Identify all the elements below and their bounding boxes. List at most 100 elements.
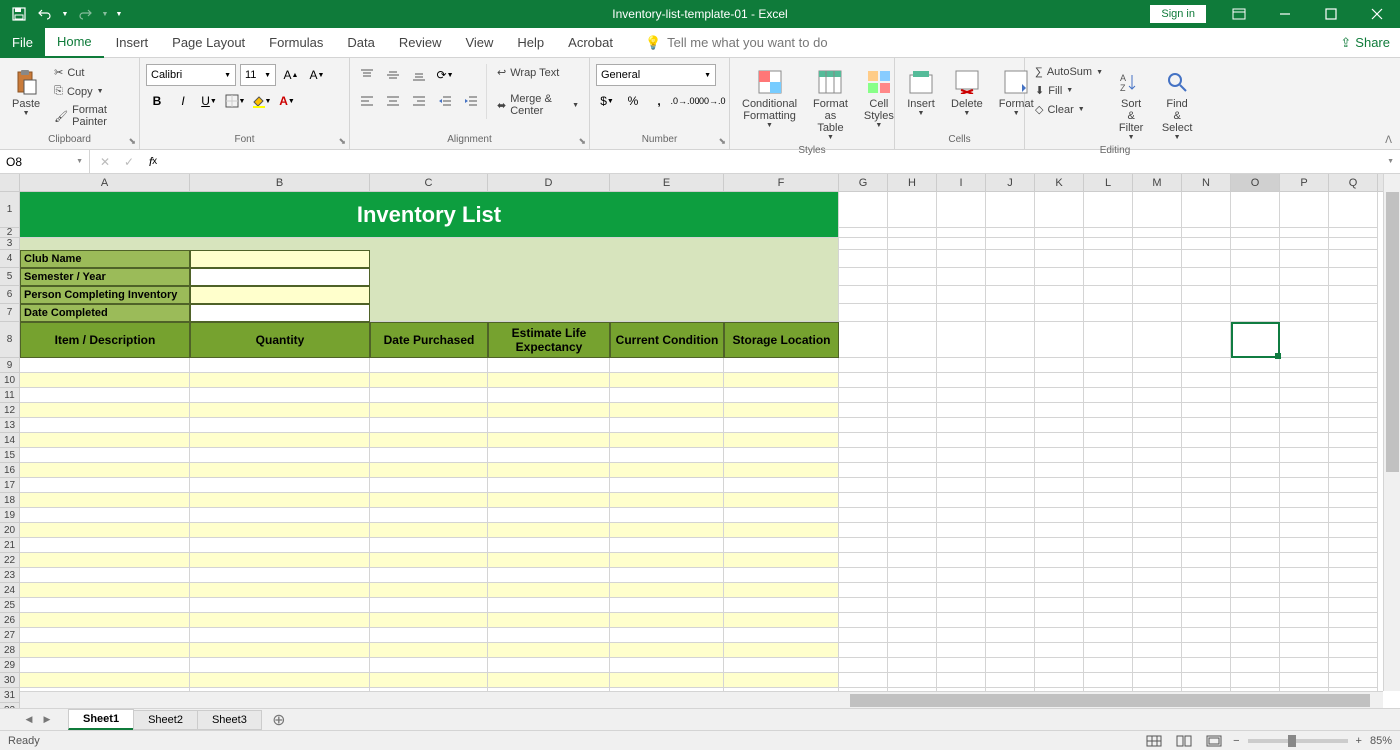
data-cell-r10-c5[interactable]	[724, 373, 839, 388]
ribbon-display-icon[interactable]	[1216, 0, 1262, 28]
cell-r8-cM[interactable]	[1133, 322, 1182, 358]
tab-data[interactable]: Data	[335, 28, 386, 58]
data-cell-r19-c0[interactable]	[20, 508, 190, 523]
data-cell-r24-c4[interactable]	[610, 583, 724, 598]
label-club-name[interactable]: Club Name	[20, 250, 190, 268]
cell-r22-cG[interactable]	[839, 553, 888, 568]
col-header-M[interactable]: M	[1133, 174, 1182, 191]
cell-r25-cL[interactable]	[1084, 598, 1133, 613]
cell-r12-cH[interactable]	[888, 403, 937, 418]
cell-r26-cO[interactable]	[1231, 613, 1280, 628]
cell-r2-cN[interactable]	[1182, 228, 1231, 238]
qat-customize-icon[interactable]: ▼	[114, 3, 124, 25]
tab-help[interactable]: Help	[505, 28, 556, 58]
undo-dropdown-icon[interactable]: ▼	[60, 3, 70, 25]
data-cell-r13-c3[interactable]	[488, 418, 610, 433]
data-cell-r25-c5[interactable]	[724, 598, 839, 613]
cell-r22-cJ[interactable]	[986, 553, 1035, 568]
row-header-6[interactable]: 6	[0, 286, 19, 304]
cell-r7-cH[interactable]	[888, 304, 937, 322]
cell-r7-cG[interactable]	[839, 304, 888, 322]
data-cell-r24-c1[interactable]	[190, 583, 370, 598]
cell-r28-cQ[interactable]	[1329, 643, 1378, 658]
cell-r14-cL[interactable]	[1084, 433, 1133, 448]
data-cell-r30-c4[interactable]	[610, 673, 724, 688]
cell-r1-cH[interactable]	[888, 192, 937, 228]
cancel-formula-icon[interactable]: ✕	[94, 151, 116, 173]
tab-review[interactable]: Review	[387, 28, 454, 58]
cell-r25-cO[interactable]	[1231, 598, 1280, 613]
data-cell-r16-c1[interactable]	[190, 463, 370, 478]
cell-r9-cI[interactable]	[937, 358, 986, 373]
data-cell-r28-c2[interactable]	[370, 643, 488, 658]
cell-r9-cH[interactable]	[888, 358, 937, 373]
th-item[interactable]: Item / Description	[20, 322, 190, 358]
cell-r12-cK[interactable]	[1035, 403, 1084, 418]
zoom-level[interactable]: 85%	[1370, 735, 1392, 747]
tab-home[interactable]: Home	[45, 28, 104, 58]
cell-r11-cI[interactable]	[937, 388, 986, 403]
data-cell-r30-c2[interactable]	[370, 673, 488, 688]
data-cell-r16-c2[interactable]	[370, 463, 488, 478]
add-sheet-button[interactable]: ⊕	[267, 711, 291, 729]
cell-r3-cG[interactable]	[839, 238, 888, 250]
data-cell-r27-c2[interactable]	[370, 628, 488, 643]
cell-r10-cQ[interactable]	[1329, 373, 1378, 388]
cell-r21-cM[interactable]	[1133, 538, 1182, 553]
cell-r29-cM[interactable]	[1133, 658, 1182, 673]
clipboard-dialog-launcher-icon[interactable]: ⬊	[128, 136, 136, 147]
tab-file[interactable]: File	[0, 28, 45, 58]
data-cell-r14-c4[interactable]	[610, 433, 724, 448]
tab-page-layout[interactable]: Page Layout	[160, 28, 257, 58]
cell-r7-cJ[interactable]	[986, 304, 1035, 322]
data-cell-r15-c1[interactable]	[190, 448, 370, 463]
cell-r17-cH[interactable]	[888, 478, 937, 493]
cell-r28-cL[interactable]	[1084, 643, 1133, 658]
th-condition[interactable]: Current Condition	[610, 322, 724, 358]
cell-r21-cP[interactable]	[1280, 538, 1329, 553]
col-header-O[interactable]: O	[1231, 174, 1280, 191]
cell-r24-cP[interactable]	[1280, 583, 1329, 598]
cell-r9-cM[interactable]	[1133, 358, 1182, 373]
cell-r2-cO[interactable]	[1231, 228, 1280, 238]
cell-r26-cP[interactable]	[1280, 613, 1329, 628]
cell-r14-cP[interactable]	[1280, 433, 1329, 448]
cell-r8-cG[interactable]	[839, 322, 888, 358]
cell-r9-cO[interactable]	[1231, 358, 1280, 373]
zoom-slider[interactable]	[1248, 739, 1348, 743]
alignment-dialog-launcher-icon[interactable]: ⬊	[578, 136, 586, 147]
cell-r12-cL[interactable]	[1084, 403, 1133, 418]
vertical-scrollbar[interactable]	[1383, 174, 1400, 691]
cut-button[interactable]: ✂Cut	[50, 64, 133, 81]
cell-r6-cN[interactable]	[1182, 286, 1231, 304]
row-header-18[interactable]: 18	[0, 493, 19, 508]
data-cell-r24-c2[interactable]	[370, 583, 488, 598]
data-cell-r18-c1[interactable]	[190, 493, 370, 508]
data-cell-r24-c3[interactable]	[488, 583, 610, 598]
data-cell-r22-c3[interactable]	[488, 553, 610, 568]
increase-font-icon[interactable]: A▲	[280, 64, 302, 86]
cell-r24-cG[interactable]	[839, 583, 888, 598]
copy-button[interactable]: ⎘Copy▼	[50, 83, 133, 100]
cell-r14-cG[interactable]	[839, 433, 888, 448]
data-cell-r29-c3[interactable]	[488, 658, 610, 673]
number-format-combo[interactable]: General▼	[596, 64, 716, 86]
find-select-button[interactable]: Find & Select▼	[1155, 64, 1199, 145]
cell-r23-cN[interactable]	[1182, 568, 1231, 583]
spreadsheet-grid[interactable]: ABCDEFGHIJKLMNOPQ 1234567891011121314151…	[0, 174, 1400, 708]
tab-formulas[interactable]: Formulas	[257, 28, 335, 58]
accounting-format-icon[interactable]: $▼	[596, 90, 618, 112]
cell-r8-cO[interactable]	[1231, 322, 1280, 358]
cell-r3-cP[interactable]	[1280, 238, 1329, 250]
cell-r17-cG[interactable]	[839, 478, 888, 493]
orientation-icon[interactable]: ⟳▼	[434, 64, 456, 86]
cell-r25-cK[interactable]	[1035, 598, 1084, 613]
cell-r12-cJ[interactable]	[986, 403, 1035, 418]
autosum-button[interactable]: ∑AutoSum▼	[1031, 64, 1107, 80]
cell-r7-cM[interactable]	[1133, 304, 1182, 322]
cell-r26-cK[interactable]	[1035, 613, 1084, 628]
data-cell-r25-c4[interactable]	[610, 598, 724, 613]
cell-r17-cQ[interactable]	[1329, 478, 1378, 493]
cell-r5-cL[interactable]	[1084, 268, 1133, 286]
cell-r25-cH[interactable]	[888, 598, 937, 613]
